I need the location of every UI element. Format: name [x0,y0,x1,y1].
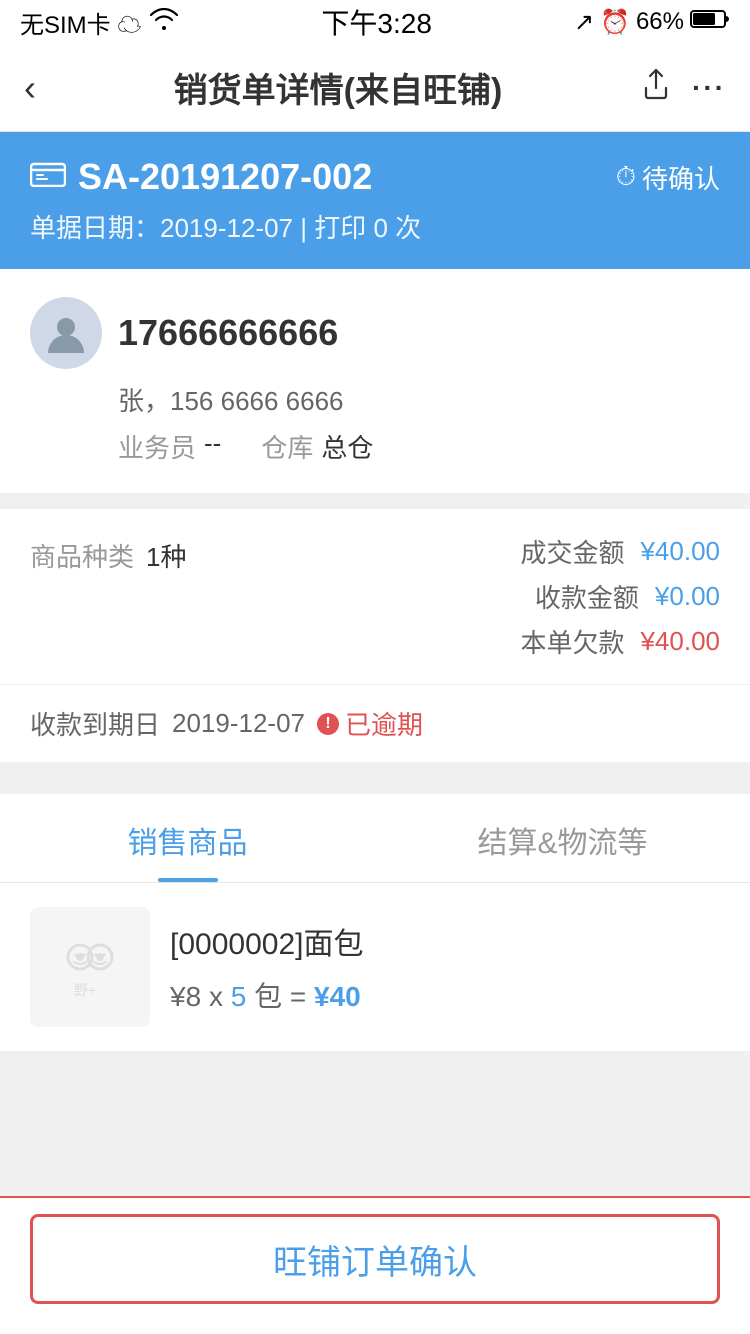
back-button[interactable]: ‹ [24,67,36,109]
product-item: 野+ [0000002]面包 ¥8 x 5 包 = ¥40 [0,883,750,1051]
product-qty: 5 [231,981,247,1012]
order-status: ⏱ 待确认 [616,159,720,196]
product-types-value: 1种 [146,537,186,574]
tabs-section: 销售商品 结算&物流等 [0,794,750,883]
order-date-row: 单据日期：2019-12-07 | 打印 0 次 [30,208,720,245]
tab-settlement[interactable]: 结算&物流等 [375,794,750,882]
due-date-section: 收款到期日 2019-12-07 ! 已逾期 [0,684,750,762]
status-text: 待确认 [642,159,720,196]
product-info: [0000002]面包 ¥8 x 5 包 = ¥40 [170,919,720,1015]
amounts-block: 成交金额 ¥40.00 收款金额 ¥0.00 本单欠款 ¥40.00 [520,533,720,660]
warehouse-value: 总仓 [321,428,373,465]
product-types: 商品种类 1种 [30,533,186,574]
status-time: 下午3:28 [321,2,432,42]
alarm-icon: ⏰ [600,8,630,37]
divider-1 [0,493,750,509]
amount-section: 商品种类 1种 成交金额 ¥40.00 收款金额 ¥0.00 本单欠款 ¥40.… [0,509,750,684]
page-title: 销货单详情(来自旺铺) [174,63,503,112]
share-icon[interactable] [640,68,672,108]
bottom-bar: 旺铺订单确认 [0,1196,750,1334]
product-price: ¥8 x 5 包 = ¥40 [170,975,720,1015]
battery-icon [690,8,730,37]
salesman-label: 业务员 [118,428,196,465]
owed-label: 本单欠款 [520,623,624,660]
confirm-order-button[interactable]: 旺铺订单确认 [30,1214,720,1304]
divider-2 [0,762,750,778]
tab-sales-product[interactable]: 销售商品 [0,794,375,882]
order-icon [30,159,66,195]
product-total: ¥40 [314,981,361,1012]
battery-label: 66% [636,8,684,36]
customer-phone: 17666666666 [118,312,338,354]
svg-text:野+: 野+ [74,982,96,998]
amount-label: 成交金额 [520,533,624,570]
nav-actions: ··· [640,68,726,108]
product-thumbnail: 野+ [30,907,150,1027]
status-right: ↗ ⏰ 66% [574,8,730,37]
warehouse-label: 仓库 [261,428,313,465]
customer-meta: 业务员 -- 仓库 总仓 [30,428,720,465]
salesman-value: -- [204,428,221,465]
clock-icon: ⏱ [616,161,636,193]
due-date-label: 收款到期日 [30,705,160,742]
tab-underline [158,878,218,882]
received-label: 收款金额 [535,578,639,615]
order-id: SA-20191207-002 [78,156,372,198]
wifi-icon [149,8,179,37]
owed-value: ¥40.00 [640,626,720,657]
sim-label: 无SIM卡 ☁ [20,5,141,40]
product-name: [0000002]面包 [170,919,720,963]
nav-bar: ‹ 销货单详情(来自旺铺) ··· [0,44,750,132]
overdue-dot-icon: ! [317,713,339,735]
amount-value: ¥40.00 [640,536,720,567]
price-base: ¥8 [170,981,201,1012]
received-value: ¥0.00 [655,581,720,612]
customer-name: 张，156 6666 6666 [30,381,720,418]
overdue-badge: ! 已逾期 [317,705,423,742]
status-left: 无SIM卡 ☁ [20,5,179,40]
more-icon[interactable]: ··· [692,72,726,104]
avatar [30,297,102,369]
status-bar: 无SIM卡 ☁ 下午3:28 ↗ ⏰ 66% [0,0,750,44]
order-header: SA-20191207-002 ⏱ 待确认 单据日期：2019-12-07 | … [0,132,750,269]
location-icon: ↗ [574,8,594,37]
due-date-value: 2019-12-07 [172,708,305,739]
product-types-label: 商品种类 [30,537,134,574]
overdue-text: 已逾期 [345,705,423,742]
customer-section: 17666666666 张，156 6666 6666 业务员 -- 仓库 总仓 [0,269,750,493]
